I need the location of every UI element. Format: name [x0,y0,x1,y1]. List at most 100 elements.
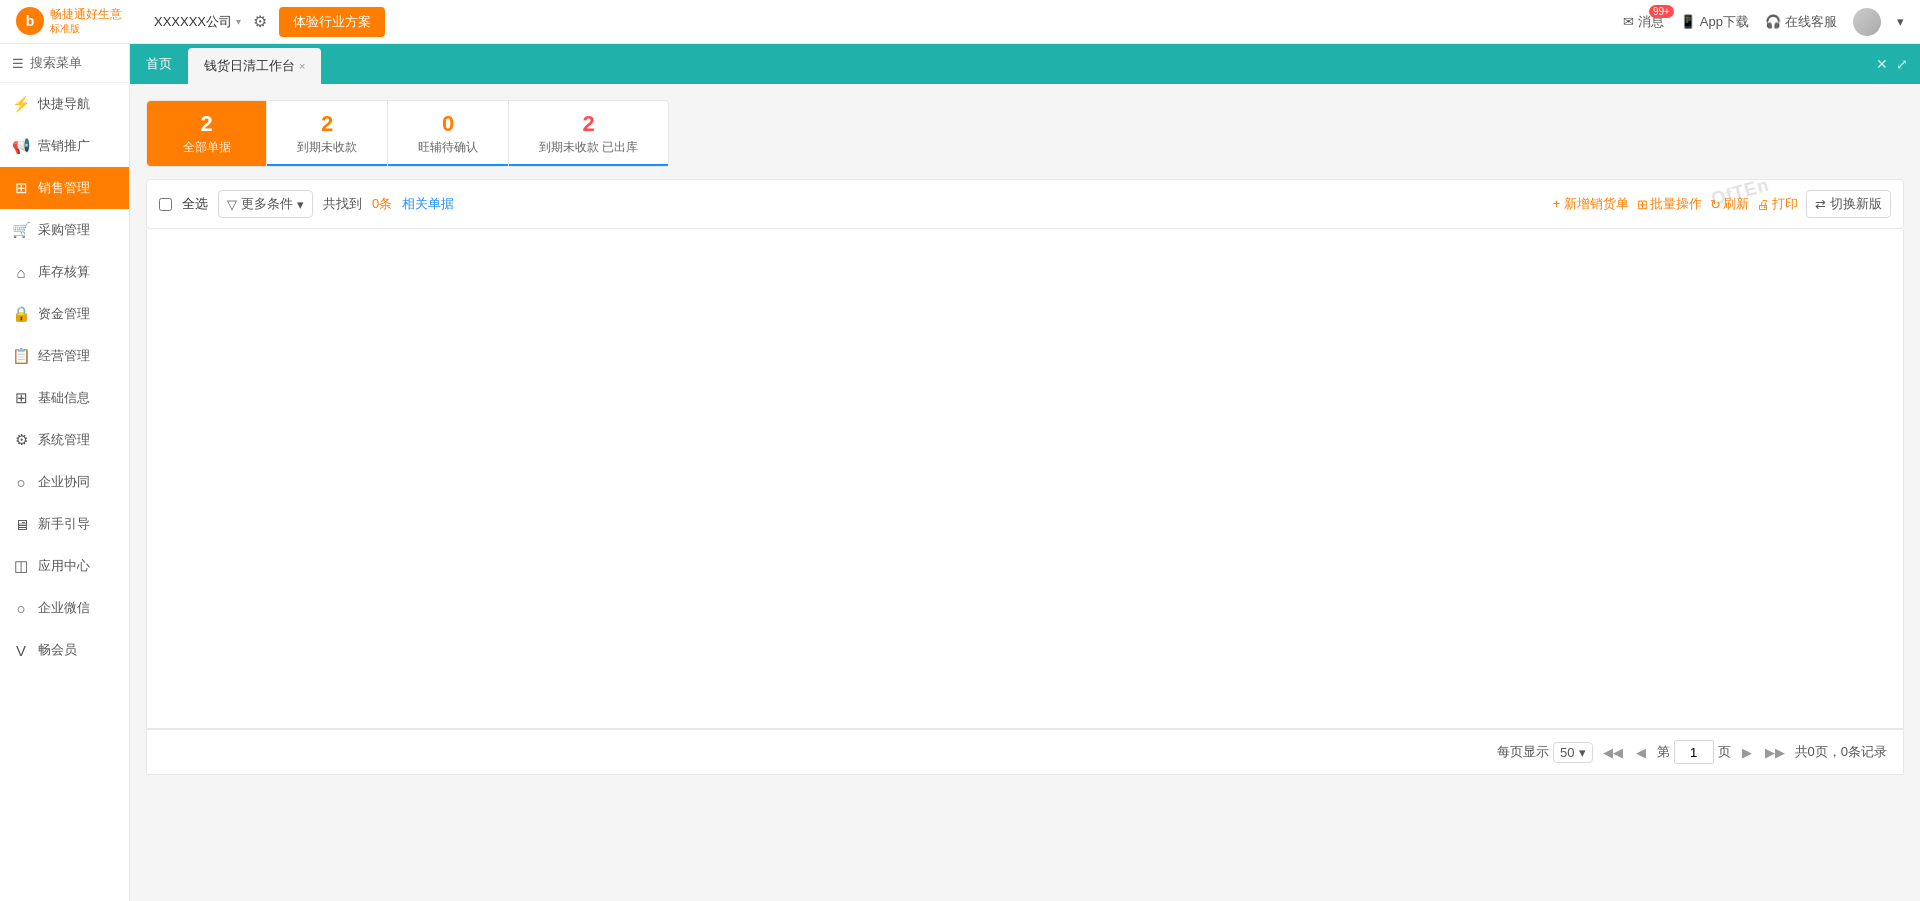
summary-card-shipped[interactable]: 2 到期未收款 已出库 [509,101,668,166]
per-page-value: 50 [1560,745,1574,760]
logo-icon: b [16,7,44,35]
download-icon: 📱 [1680,14,1696,29]
tab-home[interactable]: 首页 [130,44,188,84]
sidebar-item-system[interactable]: ⚙ 系统管理 [0,419,129,461]
search-icon: ☰ [12,56,24,71]
page-total-label: 共0页，0条记录 [1795,743,1887,761]
sidebar-item-guide[interactable]: 🖥 新手引导 [0,503,129,545]
next-page-button[interactable]: ▶ [1735,740,1759,764]
last-page-button[interactable]: ▶▶ [1763,740,1787,764]
sidebar-item-marketing[interactable]: 📢 营销推广 [0,125,129,167]
add-order-button[interactable]: + 新增销货单 [1553,195,1629,213]
sidebar-item-wechat[interactable]: ○ 企业微信 [0,587,129,629]
sidebar-item-operations[interactable]: 📋 经营管理 [0,335,129,377]
related-orders-link[interactable]: 相关单据 [402,195,454,213]
filter-button[interactable]: ▽ 更多条件 ▾ [218,190,313,218]
sidebar-item-label: 库存核算 [38,263,90,281]
sidebar-item-cooperation[interactable]: ○ 企业协同 [0,461,129,503]
first-page-button[interactable]: ◀◀ [1601,740,1625,764]
per-page-dropdown-icon: ▾ [1579,745,1586,760]
summary-cards: 2 全部单据 2 到期未收款 0 旺辅待确认 2 到期未收款 已出库 [146,100,669,167]
summary-card-pending[interactable]: 0 旺辅待确认 [388,101,509,166]
user-name-area[interactable]: ▾ [1897,14,1904,29]
page-number-input[interactable] [1674,740,1714,764]
app-download-label: App下载 [1700,13,1749,31]
sidebar-item-inventory[interactable]: ⌂ 库存核算 [0,251,129,293]
sidebar-item-finance[interactable]: 🔒 资金管理 [0,293,129,335]
online-service-button[interactable]: 🎧 在线客服 [1765,13,1837,31]
active-tab-label: 钱货日清工作台 [204,57,295,75]
message-badge: 99+ [1649,5,1674,18]
batch-action-button[interactable]: ⊞ 批量操作 [1637,195,1702,213]
chevron-down-icon: ▾ [1897,14,1904,29]
tab-minimize-icon[interactable]: ✕ [1876,56,1888,72]
gear-icon: ⚙ [12,431,30,449]
filter-label: 更多条件 [241,195,293,213]
settings-button[interactable]: ⚙ [253,12,267,31]
summary-card-all[interactable]: 2 全部单据 [147,101,267,166]
card-label-pending: 旺辅待确认 [418,139,478,156]
cart-icon: 🛒 [12,221,30,239]
refresh-button[interactable]: ↻ 刷新 [1710,195,1749,213]
grid-icon: ⊞ [12,389,30,407]
toolbar: 全选 ▽ 更多条件 ▾ 共找到 0条 相关单据 + 新增销货单 ⊞ 批量操作 ↻… [146,179,1904,229]
message-button[interactable]: ✉ 消息 99+ [1623,13,1664,31]
card-underline-shipped [509,164,668,166]
print-button[interactable]: 🖨 打印 [1757,195,1798,213]
message-icon: ✉ [1623,14,1634,29]
sidebar-item-purchase[interactable]: 🛒 采购管理 [0,209,129,251]
switch-version-button[interactable]: ⇄ 切换新版 [1806,190,1891,218]
sidebar-item-label: 基础信息 [38,389,90,407]
logo-text: 畅捷通好生意 [50,7,122,21]
sidebar-item-app-center[interactable]: ◫ 应用中心 [0,545,129,587]
sidebar: ☰ 搜索菜单 ⚡ 快捷导航 📢 营销推广 ⊞ 销售管理 🛒 采购管理 ⌂ 库存核… [0,44,130,901]
sidebar-item-label: 营销推广 [38,137,90,155]
sidebar-item-member[interactable]: V 畅会员 [0,629,129,671]
prev-page-button[interactable]: ◀ [1629,740,1653,764]
warehouse-icon: ⌂ [12,264,30,281]
tab-expand-icon[interactable]: ⤢ [1896,56,1908,72]
filter-dropdown-icon: ▾ [297,197,304,212]
tab-work-bench[interactable]: 钱货日清工作台 × [188,48,321,84]
refresh-icon: ↻ [1710,197,1721,212]
lock-icon: 🔒 [12,305,30,323]
sidebar-item-quick-nav[interactable]: ⚡ 快捷导航 [0,83,129,125]
card-label-all: 全部单据 [177,139,236,156]
sidebar-item-label: 应用中心 [38,557,90,575]
sidebar-item-label: 经营管理 [38,347,90,365]
found-count: 0条 [372,195,392,213]
tab-close-icon[interactable]: × [299,60,305,72]
header-right: ✉ 消息 99+ 📱 App下载 🎧 在线客服 ▾ [1623,8,1904,36]
sidebar-item-label: 快捷导航 [38,95,90,113]
sidebar-search[interactable]: ☰ 搜索菜单 [0,44,129,83]
lightning-icon: ⚡ [12,95,30,113]
found-prefix: 共找到 [323,195,362,213]
trial-button[interactable]: 体验行业方案 [279,7,385,37]
card-num-pending: 0 [418,111,478,137]
home-icon: ⊞ [12,179,30,197]
member-icon: V [12,642,30,659]
app-download-button[interactable]: 📱 App下载 [1680,13,1749,31]
select-all-checkbox[interactable] [159,198,172,211]
tab-bar: 首页 钱货日清工作台 × ✕ ⤢ [130,44,1920,84]
company-selector[interactable]: XXXXXX公司 ▾ [154,13,241,31]
top-header: b 畅捷通好生意 标准版 XXXXXX公司 ▾ ⚙ 体验行业方案 ✉ 消息 99… [0,0,1920,44]
sidebar-item-sales[interactable]: ⊞ 销售管理 [0,167,129,209]
sidebar-item-label: 企业协同 [38,473,90,491]
pagination: 每页显示 50 ▾ ◀◀ ◀ 第 页 ▶ ▶▶ 共0页，0条记录 [146,729,1904,775]
summary-card-overdue[interactable]: 2 到期未收款 [267,101,388,166]
card-underline-pending [388,164,508,166]
sidebar-item-label: 采购管理 [38,221,90,239]
home-tab-label: 首页 [146,55,172,73]
logo-area: b 畅捷通好生意 标准版 [16,7,146,35]
avatar[interactable] [1853,8,1881,36]
company-dropdown-icon: ▾ [236,16,241,27]
per-page-select[interactable]: 50 ▾ [1553,742,1592,763]
card-num-all: 2 [177,111,236,137]
main-content: 2 全部单据 2 到期未收款 0 旺辅待确认 2 到期未收款 已出库 全选 ▽ … [130,84,1920,901]
filter-icon: ▽ [227,197,237,212]
chat-icon: ○ [12,600,30,617]
monitor-icon: 🖥 [12,516,30,533]
sidebar-item-basic-info[interactable]: ⊞ 基础信息 [0,377,129,419]
sidebar-item-label: 企业微信 [38,599,90,617]
